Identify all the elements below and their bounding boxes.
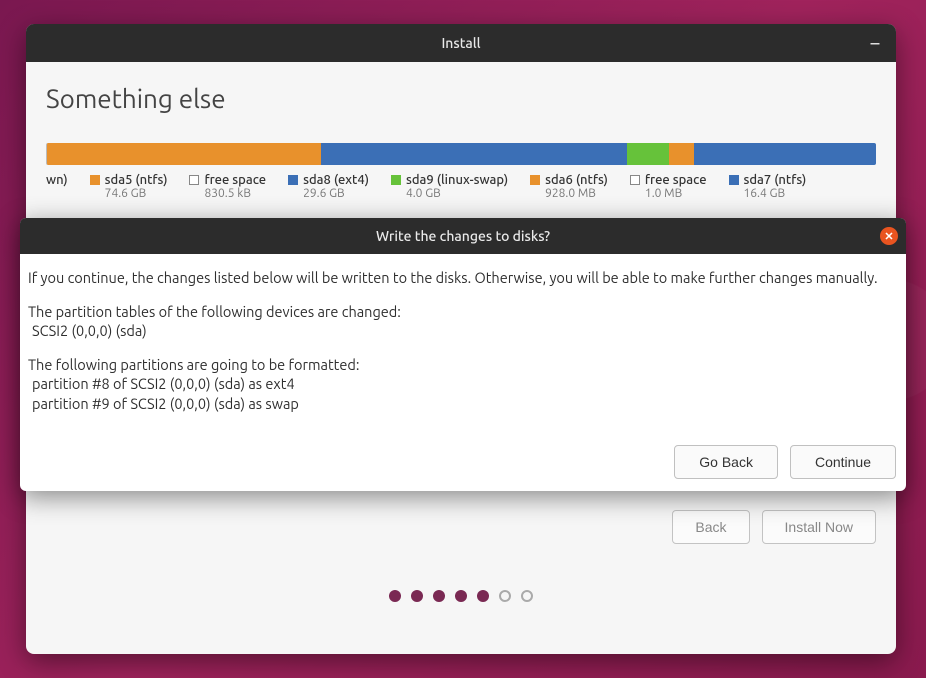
progress-dots <box>46 590 876 602</box>
progress-dot <box>411 590 423 602</box>
legend-item: sda5 (ntfs)74.6 GB <box>90 173 168 200</box>
progress-dot <box>521 590 533 602</box>
dialog-buttons: Go Back Continue <box>20 435 906 491</box>
progress-dot <box>499 590 511 602</box>
progress-dot <box>433 590 445 602</box>
legend-size: 830.5 kB <box>204 187 266 200</box>
legend-item: sda8 (ext4)29.6 GB <box>288 173 369 200</box>
legend-color-swatch <box>530 175 540 185</box>
legend-pre-text: wn) <box>46 173 68 187</box>
legend-color-swatch <box>630 175 640 185</box>
partition-usage-bar <box>46 143 876 165</box>
legend-label: sda9 (linux-swap) <box>406 173 508 187</box>
partition-segment <box>321 143 628 165</box>
minimize-icon[interactable]: – <box>866 34 884 52</box>
legend-label: free space <box>204 173 266 187</box>
page-title: Something else <box>46 84 876 113</box>
legend-label: sda5 (ntfs) <box>105 173 168 187</box>
legend-size: 928.0 MB <box>545 187 608 200</box>
footer-buttons: Back Install Now <box>46 510 876 544</box>
partition-segment <box>694 143 876 165</box>
legend-color-swatch <box>729 175 739 185</box>
legend-color-swatch <box>189 175 199 185</box>
legend-size: 29.6 GB <box>303 187 369 200</box>
legend-label: sda7 (ntfs) <box>744 173 807 187</box>
partition-segment <box>669 143 694 165</box>
legend-item: sda9 (linux-swap)4.0 GB <box>391 173 508 200</box>
legend-item: sda6 (ntfs)928.0 MB <box>530 173 608 200</box>
close-icon[interactable]: ✕ <box>880 227 898 245</box>
legend-size: 74.6 GB <box>105 187 168 200</box>
legend-item: wn) <box>46 173 68 200</box>
window-title: Install <box>441 35 480 51</box>
legend-color-swatch <box>391 175 401 185</box>
legend-label: free space <box>645 173 707 187</box>
progress-dot <box>455 590 467 602</box>
legend-item: free space830.5 kB <box>189 173 266 200</box>
dialog-format-header: The following partitions are going to be… <box>28 355 898 375</box>
dialog-format-item-2: partition #9 of SCSI2 (0,0,0) (sda) as s… <box>28 394 898 414</box>
legend-item: free space1.0 MB <box>630 173 707 200</box>
dialog-body: If you continue, the changes listed belo… <box>20 254 906 435</box>
legend-item: sda7 (ntfs)16.4 GB <box>729 173 807 200</box>
window-titlebar: Install – <box>26 24 896 62</box>
legend-color-swatch <box>90 175 100 185</box>
dialog-tables-header: The partition tables of the following de… <box>28 302 898 322</box>
legend-label: sda6 (ntfs) <box>545 173 608 187</box>
dialog-intro-text: If you continue, the changes listed belo… <box>28 268 898 288</box>
legend-color-swatch <box>288 175 298 185</box>
dialog-format-item-1: partition #8 of SCSI2 (0,0,0) (sda) as e… <box>28 374 898 394</box>
partition-segment <box>627 143 668 165</box>
back-button[interactable]: Back <box>672 510 749 544</box>
install-now-button[interactable]: Install Now <box>762 510 876 544</box>
legend-size: 1.0 MB <box>645 187 707 200</box>
go-back-button[interactable]: Go Back <box>674 445 778 479</box>
dialog-title: Write the changes to disks? <box>376 228 550 244</box>
progress-dot <box>389 590 401 602</box>
partition-legend: wn)sda5 (ntfs)74.6 GBfree space830.5 kBs… <box>46 173 876 200</box>
legend-size: 4.0 GB <box>406 187 508 200</box>
dialog-tables-item: SCSI2 (0,0,0) (sda) <box>28 321 898 341</box>
legend-label: sda8 (ext4) <box>303 173 369 187</box>
partition-segment <box>47 143 321 165</box>
dialog-titlebar: Write the changes to disks? ✕ <box>20 218 906 254</box>
legend-size: 16.4 GB <box>744 187 807 200</box>
confirm-write-dialog: Write the changes to disks? ✕ If you con… <box>20 218 906 491</box>
progress-dot <box>477 590 489 602</box>
continue-button[interactable]: Continue <box>790 445 896 479</box>
